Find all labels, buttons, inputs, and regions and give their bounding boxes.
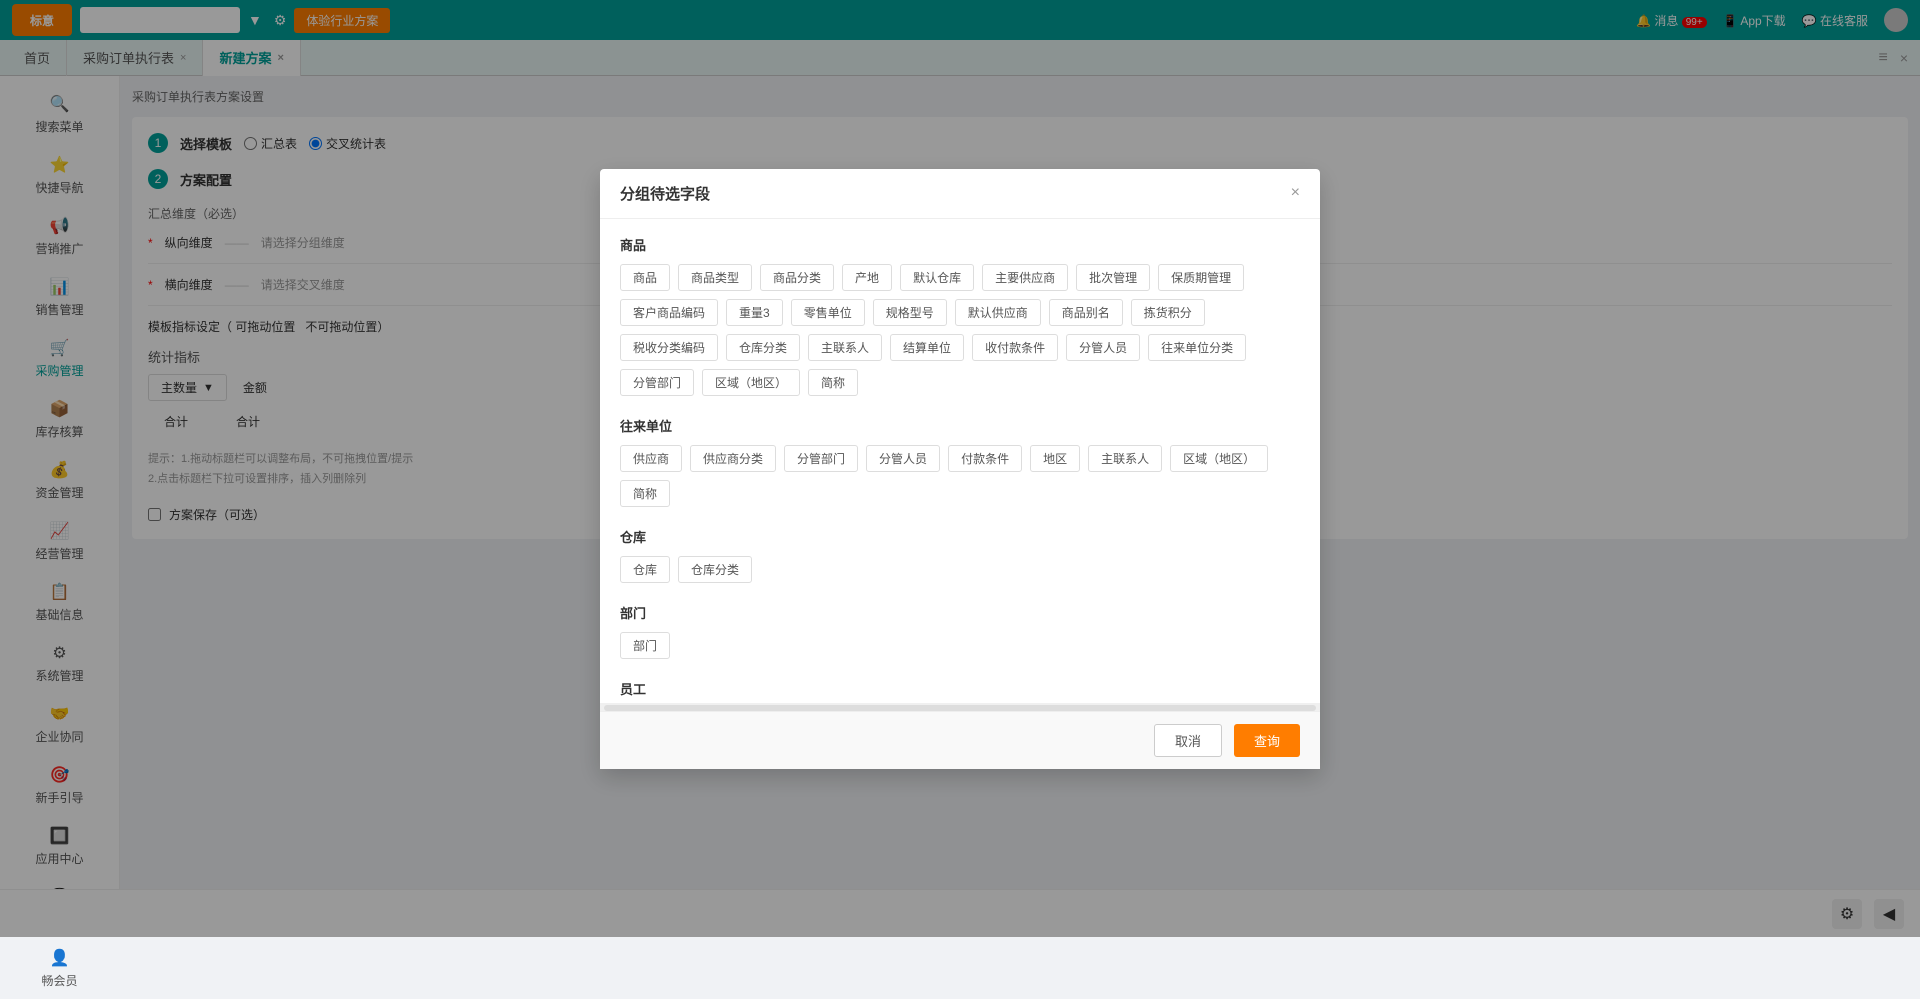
tag-short-name2[interactable]: 简称 bbox=[620, 480, 670, 507]
tag-customer-code[interactable]: 客户商品编码 bbox=[620, 299, 718, 326]
cancel-button[interactable]: 取消 bbox=[1154, 724, 1222, 757]
tag-pick-points[interactable]: 拣货积分 bbox=[1131, 299, 1205, 326]
section-warehouse: 仓库 仓库 仓库分类 bbox=[620, 527, 1300, 583]
modal-footer: 取消 查询 bbox=[600, 711, 1320, 769]
tag-region[interactable]: 区域（地区） bbox=[702, 369, 800, 396]
modal-overlay: 分组待选字段 × 商品 商品 商品类型 商品分类 产地 默认仓库 主要供应商 批… bbox=[0, 0, 1920, 937]
confirm-button[interactable]: 查询 bbox=[1234, 724, 1300, 757]
tag-warehouse-cat[interactable]: 仓库分类 bbox=[678, 556, 752, 583]
section-goods-title: 商品 bbox=[620, 235, 1300, 254]
tag-goods-type[interactable]: 商品类型 bbox=[678, 264, 752, 291]
member-icon: 👤 bbox=[50, 948, 70, 968]
section-dept-title: 部门 bbox=[620, 603, 1300, 622]
tag-warehouse-category[interactable]: 仓库分类 bbox=[726, 334, 800, 361]
section-counterpart-title: 往来单位 bbox=[620, 416, 1300, 435]
tag-short-name[interactable]: 简称 bbox=[808, 369, 858, 396]
tag-main-supplier[interactable]: 主要供应商 bbox=[982, 264, 1068, 291]
tag-mgmt-person[interactable]: 分管人员 bbox=[866, 445, 940, 472]
tag-origin[interactable]: 产地 bbox=[842, 264, 892, 291]
tag-region2[interactable]: 区域（地区） bbox=[1170, 445, 1268, 472]
tag-default-supplier[interactable]: 默认供应商 bbox=[955, 299, 1041, 326]
tag-goods-alias[interactable]: 商品别名 bbox=[1049, 299, 1123, 326]
tag-supplier-category[interactable]: 供应商分类 bbox=[690, 445, 776, 472]
dept-tags: 部门 bbox=[620, 632, 1300, 659]
sidebar-item-member[interactable]: 👤 畅会员 bbox=[0, 938, 119, 999]
section-employee-title: 员工 bbox=[620, 679, 1300, 698]
goods-tags: 商品 商品类型 商品分类 产地 默认仓库 主要供应商 批次管理 保质期管理 客户… bbox=[620, 264, 1300, 396]
modal-title: 分组待选字段 bbox=[620, 183, 710, 204]
tag-payment-terms[interactable]: 收付款条件 bbox=[972, 334, 1058, 361]
section-counterpart: 往来单位 供应商 供应商分类 分管部门 分管人员 付款条件 地区 主联系人 区域… bbox=[620, 416, 1300, 507]
section-warehouse-title: 仓库 bbox=[620, 527, 1300, 546]
section-dept: 部门 部门 bbox=[620, 603, 1300, 659]
tag-pay-terms[interactable]: 付款条件 bbox=[948, 445, 1022, 472]
warehouse-tags: 仓库 仓库分类 bbox=[620, 556, 1300, 583]
tag-goods-category[interactable]: 商品分类 bbox=[760, 264, 834, 291]
modal-hscroll[interactable] bbox=[600, 703, 1320, 710]
tag-retail-unit[interactable]: 零售单位 bbox=[791, 299, 865, 326]
counterpart-tags: 供应商 供应商分类 分管部门 分管人员 付款条件 地区 主联系人 区域（地区） … bbox=[620, 445, 1300, 507]
modal-body[interactable]: 商品 商品 商品类型 商品分类 产地 默认仓库 主要供应商 批次管理 保质期管理… bbox=[600, 219, 1320, 704]
sidebar-item-member-label: 畅会员 bbox=[41, 972, 77, 989]
tag-settle-unit[interactable]: 结算单位 bbox=[890, 334, 964, 361]
tag-spec-model[interactable]: 规格型号 bbox=[873, 299, 947, 326]
tag-default-warehouse[interactable]: 默认仓库 bbox=[900, 264, 974, 291]
tag-responsible[interactable]: 分管人员 bbox=[1066, 334, 1140, 361]
tag-supplier[interactable]: 供应商 bbox=[620, 445, 682, 472]
tag-expiry-mgmt[interactable]: 保质期管理 bbox=[1158, 264, 1244, 291]
modal-header: 分组待选字段 × bbox=[600, 169, 1320, 219]
tag-tax-code[interactable]: 税收分类编码 bbox=[620, 334, 718, 361]
tag-weight3[interactable]: 重量3 bbox=[726, 299, 783, 326]
tag-warehouse[interactable]: 仓库 bbox=[620, 556, 670, 583]
tag-dept[interactable]: 分管部门 bbox=[620, 369, 694, 396]
tag-area[interactable]: 地区 bbox=[1030, 445, 1080, 472]
tag-counterpart-category[interactable]: 往来单位分类 bbox=[1148, 334, 1246, 361]
tag-mgmt-dept[interactable]: 分管部门 bbox=[784, 445, 858, 472]
modal-dialog: 分组待选字段 × 商品 商品 商品类型 商品分类 产地 默认仓库 主要供应商 批… bbox=[600, 169, 1320, 769]
tag-main-contact[interactable]: 主联系人 bbox=[808, 334, 882, 361]
tag-department[interactable]: 部门 bbox=[620, 632, 670, 659]
section-employee: 员工 业务员 bbox=[620, 679, 1300, 704]
tag-batch-mgmt[interactable]: 批次管理 bbox=[1076, 264, 1150, 291]
modal-close-btn[interactable]: × bbox=[1291, 184, 1300, 202]
tag-goods[interactable]: 商品 bbox=[620, 264, 670, 291]
section-goods: 商品 商品 商品类型 商品分类 产地 默认仓库 主要供应商 批次管理 保质期管理… bbox=[620, 235, 1300, 396]
tag-main-contact2[interactable]: 主联系人 bbox=[1088, 445, 1162, 472]
